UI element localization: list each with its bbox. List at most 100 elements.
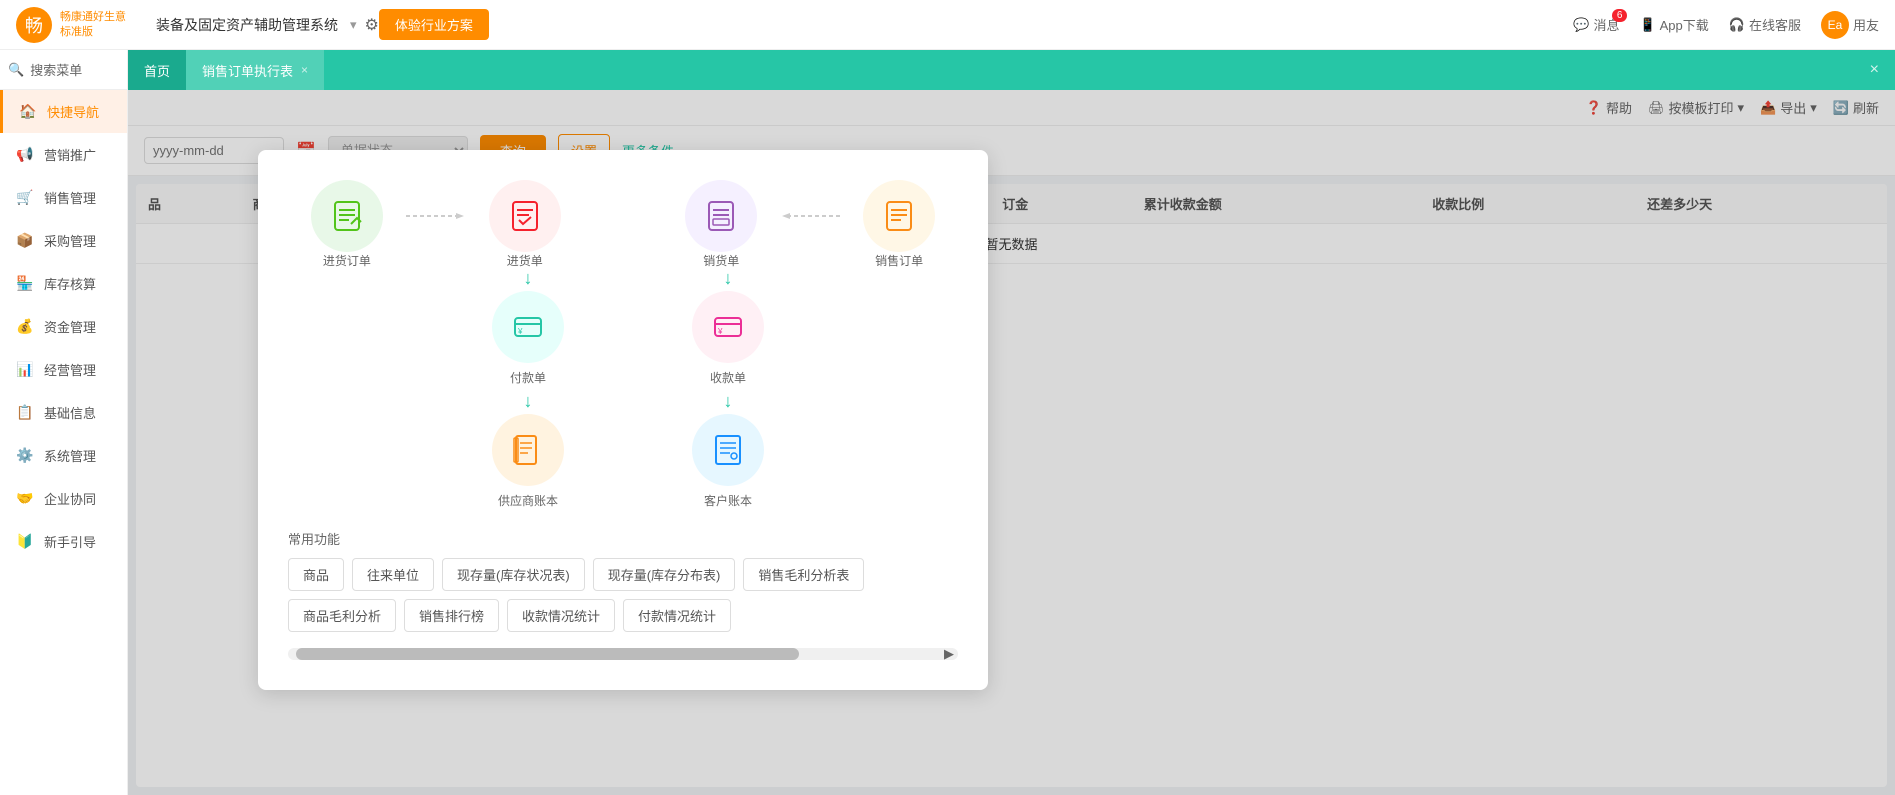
operations-icon: 📊 — [16, 361, 34, 379]
main-area: 🔍 搜索菜单 🏠 快捷导航 📢 营销推广 🛒 销售管理 📦采购管理 🏪 库存核算 💰资金管理 📊 经营… — [0, 50, 1895, 795]
customer-ledger-label: 客户账本 — [704, 492, 752, 509]
search-menu[interactable]: 🔍 搜索菜单 — [0, 50, 127, 90]
user-label: 用友 — [1853, 15, 1879, 34]
sales-order-label: 销售订单 — [875, 252, 923, 269]
func-btn-付款情况统计[interactable]: 付款情况统计 — [623, 599, 731, 632]
purchase-order-col: 进货订单 — [288, 180, 406, 269]
user-avatar: Ea — [1821, 11, 1849, 39]
headset-icon: 🎧 — [1729, 17, 1745, 33]
logo-text: 畅康通好生意 标准版 — [60, 10, 126, 39]
sales-receipt-label: 销货单 — [703, 252, 739, 269]
modal-box: 进货订单 — [258, 150, 988, 690]
sidebar-item-quick-nav[interactable]: 🏠 快捷导航 — [0, 90, 127, 133]
sidebar-item-system[interactable]: ⚙️ 系统管理 — [0, 434, 127, 477]
system-title: 装备及固定资产辅助管理系统 — [156, 15, 338, 35]
sidebar-item-newbie[interactable]: 🔰新手引导 — [0, 520, 127, 563]
operations-label: 经营管理 — [44, 360, 96, 379]
sales-label: 销售管理 — [44, 188, 96, 207]
online-service-button[interactable]: 🎧 在线客服 — [1729, 15, 1801, 34]
sidebar-item-enterprise[interactable]: 🤝企业协同 — [0, 477, 127, 520]
purchase-label: 采购管理 — [44, 231, 96, 250]
sales-order-col: 销售订单 — [840, 180, 958, 269]
supplier-ledger-icon[interactable] — [492, 414, 564, 486]
sidebar-item-operations[interactable]: 📊 经营管理 — [0, 348, 127, 391]
scrollbar-thumb — [296, 648, 799, 660]
customer-ledger-icon[interactable] — [692, 414, 764, 486]
tab-home-label: 首页 — [144, 61, 170, 80]
sales-icon: 🛒 — [16, 189, 34, 207]
online-service-label: 在线客服 — [1749, 15, 1801, 34]
sidebar-item-basic-info[interactable]: 📋基础信息 — [0, 391, 127, 434]
modal-overlay[interactable]: 进货订单 — [128, 90, 1895, 795]
user-menu[interactable]: Ea 用友 — [1821, 11, 1879, 39]
basic-info-icon: 📋 — [16, 404, 34, 422]
purchase-order-label: 进货订单 — [323, 252, 371, 269]
top-bar: 畅 畅康通好生意 标准版 装备及固定资产辅助管理系统 ▾ ⚙ 体验行业方案 💬 … — [0, 0, 1895, 50]
payment-label: 付款单 — [510, 369, 546, 386]
settings-icon[interactable]: ⚙ — [365, 15, 379, 35]
func-btn-现存量(库存分布表)[interactable]: 现存量(库存分布表) — [593, 558, 736, 591]
purchase-receipt-col: 进货单 — [466, 180, 584, 269]
purchase-receipt-label: 进货单 — [507, 252, 543, 269]
func-btn-收款情况统计[interactable]: 收款情况统计 — [507, 599, 615, 632]
top-right-actions: 💬 消息 6 📱 App下载 🎧 在线客服 Ea 用友 — [1573, 11, 1879, 39]
sidebar: 🔍 搜索菜单 🏠 快捷导航 📢 营销推广 🛒 销售管理 📦采购管理 🏪 库存核算 💰资金管理 📊 经营… — [0, 50, 128, 795]
scroll-right-btn[interactable]: ▶ — [944, 648, 954, 660]
message-button[interactable]: 💬 消息 6 — [1573, 15, 1619, 34]
common-funcs-title: 常用功能 — [288, 529, 958, 548]
func-btn-销售排行榜[interactable]: 销售排行榜 — [404, 599, 499, 632]
experience-button[interactable]: 体验行业方案 — [379, 9, 489, 40]
inventory-icon: 🏪 — [16, 275, 34, 293]
logo-area: 畅 畅康通好生意 标准版 — [16, 7, 144, 43]
svg-text:¥: ¥ — [517, 327, 523, 336]
down-arrow-2: ↓ — [524, 269, 533, 287]
svg-text:¥: ¥ — [717, 327, 723, 336]
tab-home[interactable]: 首页 — [128, 50, 186, 90]
sidebar-item-inventory[interactable]: 🏪 库存核算 — [0, 262, 127, 305]
sidebar-item-sales[interactable]: 🛒 销售管理 — [0, 176, 127, 219]
marketing-icon: 📢 — [16, 146, 34, 164]
system-label: 系统管理 — [44, 446, 96, 465]
purchase-order-icon[interactable] — [311, 180, 383, 252]
func-btn-销售毛利分析表[interactable]: 销售毛利分析表 — [743, 558, 864, 591]
app-download-button[interactable]: 📱 App下载 — [1639, 15, 1708, 34]
message-icon: 💬 — [1573, 17, 1589, 33]
down-arrow-payment: ↓ — [524, 392, 533, 410]
receipt-icon[interactable]: ¥ — [692, 291, 764, 363]
supplier-ledger-label: 供应商账本 — [498, 492, 558, 509]
func-btn-往来单位[interactable]: 往来单位 — [352, 558, 434, 591]
newbie-icon: 🔰 — [16, 533, 34, 551]
sidebar-item-finance[interactable]: 💰资金管理 — [0, 305, 127, 348]
sales-order-icon[interactable] — [863, 180, 935, 252]
func-btn-现存量(库存状况表)[interactable]: 现存量(库存状况表) — [442, 558, 585, 591]
sales-receipt-icon[interactable] — [685, 180, 757, 252]
common-funcs: 常用功能 商品往来单位现存量(库存状况表)现存量(库存分布表)销售毛利分析表商品… — [288, 529, 958, 632]
close-all-tabs[interactable]: × — [1854, 61, 1895, 79]
content-main: ❓ 帮助 🖨 按模板打印 ▾ 📤 导出 ▾ 🔄 — [128, 90, 1895, 795]
func-btn-商品毛利分析[interactable]: 商品毛利分析 — [288, 599, 396, 632]
search-icon: 🔍 — [8, 62, 24, 78]
sidebar-item-purchase[interactable]: 📦采购管理 — [0, 219, 127, 262]
down-arrow-3: ↓ — [724, 269, 733, 287]
quick-nav-label: 快捷导航 — [47, 102, 99, 121]
sidebar-item-marketing[interactable]: 📢 营销推广 — [0, 133, 127, 176]
dropdown-icon[interactable]: ▾ — [350, 17, 357, 33]
func-btn-商品[interactable]: 商品 — [288, 558, 344, 591]
tab-close-icon[interactable]: × — [301, 63, 308, 77]
search-label: 搜索菜单 — [30, 60, 82, 79]
payment-icon[interactable]: ¥ — [492, 291, 564, 363]
tab-sales-exec[interactable]: 销售订单执行表 × — [186, 50, 324, 90]
purchase-receipt-icon[interactable] — [489, 180, 561, 252]
tab-sales-label: 销售订单执行表 — [202, 61, 293, 80]
quick-nav-icon: 🏠 — [19, 103, 37, 121]
down-arrow-receipt: ↓ — [724, 392, 733, 410]
system-icon: ⚙️ — [16, 447, 34, 465]
inventory-label: 库存核算 — [44, 274, 96, 293]
modal-scrollbar[interactable]: ▶ — [288, 648, 958, 660]
sidebar-nav: 🏠 快捷导航 📢 营销推广 🛒 销售管理 📦采购管理 🏪 库存核算 💰资金管理 📊 经营管理 📋基础信息… — [0, 90, 127, 563]
col2-down: ↓ ¥ 付款单 ↓ — [468, 269, 588, 509]
arrow-1 — [406, 210, 466, 222]
message-badge: 6 — [1612, 9, 1628, 22]
marketing-label: 营销推广 — [44, 145, 96, 164]
enterprise-icon: 🤝 — [16, 490, 34, 508]
